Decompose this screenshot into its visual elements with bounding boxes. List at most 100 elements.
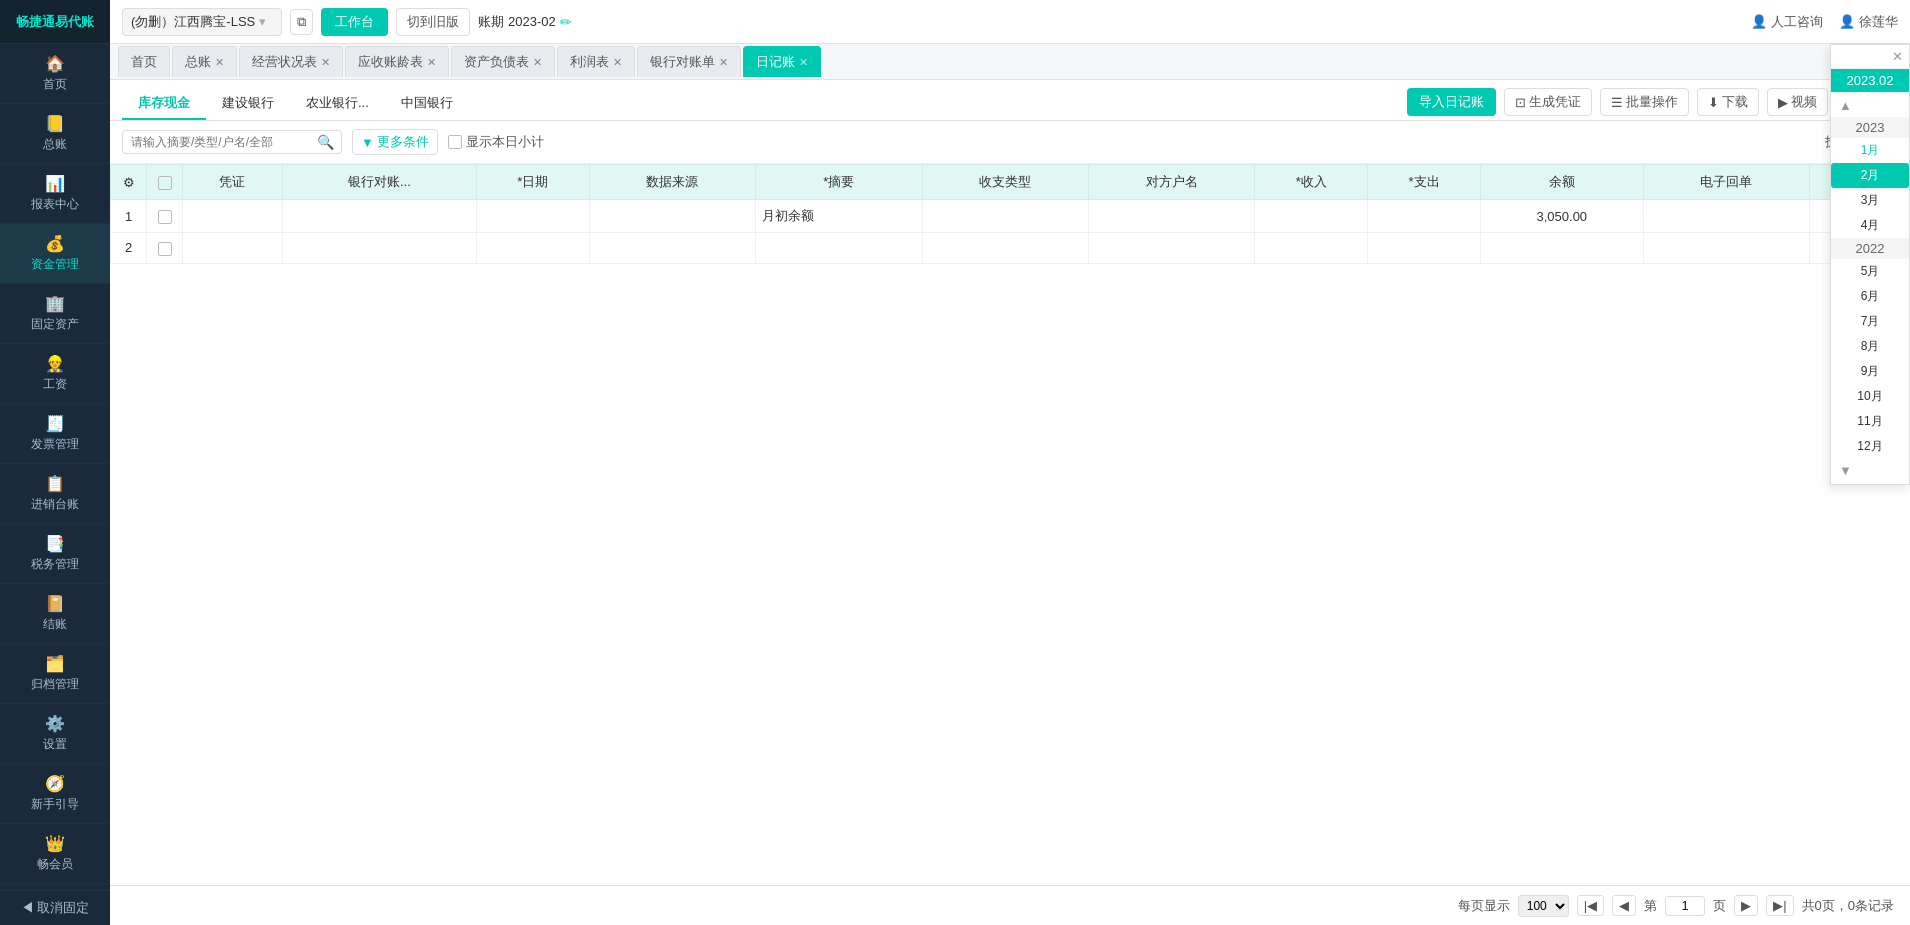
sub-tabbar: 库存现金 建设银行 农业银行... 中国银行 导入日记账 ⊡ 生成凭证	[110, 80, 1910, 121]
period-edit-icon[interactable]: ✏	[560, 14, 572, 30]
row-data-source	[589, 200, 755, 233]
tab-close-ar[interactable]: ✕	[427, 56, 436, 69]
sidebar-item-close-period[interactable]: 📔 结账	[0, 584, 110, 644]
filter-bar: 🔍 ▼ 更多条件 显示本日小计 拆称: 人民币	[110, 121, 1910, 164]
row-income	[1255, 233, 1368, 264]
tab-home[interactable]: 首页	[118, 46, 170, 77]
customer-service-button[interactable]: 👤 人工咨询	[1751, 13, 1823, 31]
sidebar-item-settings[interactable]: ⚙️ 设置	[0, 704, 110, 764]
tab-ar-aging[interactable]: 应收账龄表 ✕	[345, 46, 449, 77]
date-panel-month-jul[interactable]: 7月	[1831, 309, 1909, 334]
col-voucher: 凭证	[183, 165, 283, 200]
last-page-button[interactable]: ▶|	[1766, 895, 1793, 916]
tab-income-statement[interactable]: 利润表 ✕	[557, 46, 635, 77]
copy-icon: ⧉	[297, 14, 306, 29]
date-panel-month-mar-2023[interactable]: 3月	[1831, 188, 1909, 213]
sidebar-item-home[interactable]: 🏠 首页	[0, 44, 110, 104]
sub-tab-cash[interactable]: 库存现金	[122, 88, 206, 120]
daily-total-checkbox[interactable]	[448, 135, 462, 149]
row-check[interactable]	[147, 200, 183, 233]
sidebar-item-tax[interactable]: 📑 税务管理	[0, 524, 110, 584]
finance-icon: 💰	[45, 234, 65, 253]
date-nav-up[interactable]: ▲	[1839, 98, 1852, 113]
sidebar-item-label: 资金管理	[31, 256, 79, 273]
workbench-button[interactable]: 工作台	[321, 8, 388, 36]
sidebar-item-label: 固定资产	[31, 316, 79, 333]
page-input[interactable]	[1665, 896, 1705, 916]
download-button[interactable]: ⬇ 下载	[1697, 88, 1759, 116]
tab-close-balance[interactable]: ✕	[533, 56, 542, 69]
sub-tab-ccb[interactable]: 建设银行	[206, 88, 290, 120]
sidebar-item-ledger[interactable]: 📒 总账	[0, 104, 110, 164]
switch-old-button[interactable]: 切到旧版	[396, 8, 470, 36]
date-panel-close[interactable]: ✕	[1831, 45, 1909, 69]
sub-tab-boc[interactable]: 中国银行	[385, 88, 469, 120]
col-settings[interactable]: ⚙	[111, 165, 147, 200]
prev-page-button[interactable]: ◀	[1612, 895, 1636, 916]
row-e-receipt	[1643, 200, 1809, 233]
date-panel-month-jan-2023[interactable]: 1月	[1831, 138, 1909, 163]
sidebar-item-archive[interactable]: 🗂️ 归档管理	[0, 644, 110, 704]
tab-ledger[interactable]: 总账 ✕	[172, 46, 237, 77]
sidebar-item-guide[interactable]: 🧭 新手引导	[0, 764, 110, 824]
sidebar-item-label: 进销台账	[31, 496, 79, 513]
tab-close-journal[interactable]: ✕	[799, 56, 808, 69]
page-size-select[interactable]: 100 50 200	[1518, 895, 1569, 917]
payroll-icon: 👷	[45, 354, 65, 373]
tab-close-income[interactable]: ✕	[613, 56, 622, 69]
date-panel-month-nov[interactable]: 11月	[1831, 409, 1909, 434]
tab-close-bank[interactable]: ✕	[719, 56, 728, 69]
date-panel-month-feb-2023[interactable]: 2月	[1831, 163, 1909, 188]
page-unit: 页	[1713, 897, 1726, 915]
search-input[interactable]	[122, 130, 342, 154]
select-all-checkbox[interactable]	[158, 176, 172, 190]
sidebar-item-fixed-assets[interactable]: 🏢 固定资产	[0, 284, 110, 344]
sidebar-item-payroll[interactable]: 👷 工资	[0, 344, 110, 404]
first-page-button[interactable]: |◀	[1577, 895, 1604, 916]
date-panel-month-may[interactable]: 5月	[1831, 259, 1909, 284]
sidebar-item-sales-ledger[interactable]: 📋 进销台账	[0, 464, 110, 524]
col-check[interactable]	[147, 165, 183, 200]
batch-ops-button[interactable]: ☰ 批量操作	[1600, 88, 1689, 116]
date-panel-nav-down: ▼	[1831, 459, 1909, 482]
import-journal-button[interactable]: 导入日记账	[1407, 88, 1496, 116]
generate-voucher-button[interactable]: ⊡ 生成凭证	[1504, 88, 1592, 116]
sidebar: 畅捷通易代账 🏠 首页 📒 总账 📊 报表中心 💰 资金管理 🏢 固定资产 👷 …	[0, 0, 110, 925]
col-bank-detail: 银行对账...	[282, 165, 476, 200]
date-panel-month-aug[interactable]: 8月	[1831, 334, 1909, 359]
close-icon[interactable]: ✕	[1892, 49, 1903, 64]
date-panel-month-jun[interactable]: 6月	[1831, 284, 1909, 309]
download-icon: ⬇	[1708, 95, 1719, 110]
date-nav-down[interactable]: ▼	[1839, 463, 1852, 478]
date-panel-month-sep[interactable]: 9月	[1831, 359, 1909, 384]
unpin-sidebar[interactable]: ◀ 取消固定	[0, 890, 110, 925]
video-button[interactable]: ▶ 视频	[1767, 88, 1828, 116]
tab-balance-sheet[interactable]: 资产负债表 ✕	[451, 46, 555, 77]
col-date: *日期	[476, 165, 589, 200]
date-panel-month-dec[interactable]: 12月	[1831, 434, 1909, 459]
sidebar-item-invoice[interactable]: 🧾 发票管理	[0, 404, 110, 464]
tab-business-status[interactable]: 经营状况表 ✕	[239, 46, 343, 77]
sub-tab-abc[interactable]: 农业银行...	[290, 88, 385, 120]
col-expense: *支出	[1368, 165, 1481, 200]
sidebar-item-finance[interactable]: 💰 资金管理	[0, 224, 110, 284]
tab-journal[interactable]: 日记账 ✕	[743, 46, 821, 77]
tab-close-business[interactable]: ✕	[321, 56, 330, 69]
invoice-icon: 🧾	[45, 414, 65, 433]
sidebar-item-membership[interactable]: 👑 畅会员	[0, 824, 110, 884]
sidebar-item-reports[interactable]: 📊 报表中心	[0, 164, 110, 224]
row-e-receipt	[1643, 233, 1809, 264]
copy-button[interactable]: ⧉	[290, 9, 313, 35]
table-header-row: ⚙ 凭证 银行对账... *日期 数据来源 *摘要 收支类型 对方户名 *收入 …	[111, 165, 1910, 200]
sidebar-item-label: 首页	[43, 76, 67, 93]
date-panel-month-oct[interactable]: 10月	[1831, 384, 1909, 409]
next-page-button[interactable]: ▶	[1734, 895, 1758, 916]
more-conditions-button[interactable]: ▼ 更多条件	[352, 129, 438, 155]
company-selector[interactable]: (勿删）江西腾宝-LSS ▾	[122, 8, 282, 36]
date-panel-month-apr-2023[interactable]: 4月	[1831, 213, 1909, 238]
row-check[interactable]	[147, 233, 183, 264]
tab-bank-statement[interactable]: 银行对账单 ✕	[637, 46, 741, 77]
user-profile-button[interactable]: 👤 徐莲华	[1839, 13, 1898, 31]
show-daily-total-checkbox[interactable]: 显示本日小计	[448, 133, 544, 151]
tab-close-ledger[interactable]: ✕	[215, 56, 224, 69]
